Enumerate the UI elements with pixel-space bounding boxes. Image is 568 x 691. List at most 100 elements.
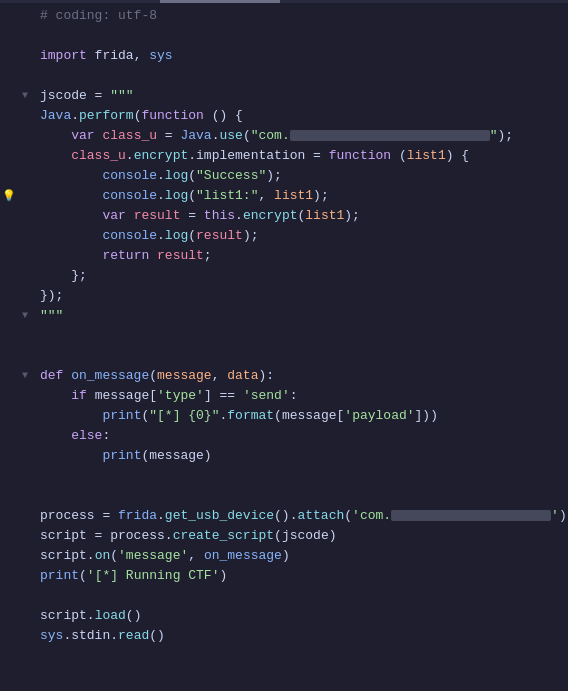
str-end26: ' [551,508,559,523]
log12: log [165,228,188,243]
kw-import: import [40,48,87,63]
line-content-11: var result = this.encrypt(list1); [32,206,568,226]
triple-quote-open: """ [110,88,133,103]
line-content-3: import frida, sys [32,46,568,66]
indent7 [40,128,71,143]
sc7: ); [498,128,514,143]
jscode27: jscode [282,528,329,543]
sc10: ); [313,188,329,203]
dot1: . [71,108,79,123]
py-print21: print [102,408,141,423]
line-22: else: [0,426,568,446]
p9: ( [188,168,196,183]
scrollbar-indicator [160,0,280,3]
process27: process [110,528,165,543]
code-content: # coding: utf-8 import frida, sys ▼ jsco… [0,0,568,646]
eq26: = [95,508,118,523]
line-18 [0,346,568,366]
process-var: process [40,508,95,523]
comma10: , [258,188,274,203]
line-30 [0,586,568,606]
line-content-13: return result; [32,246,568,266]
format-method: format [227,408,274,423]
read-method: read [118,628,149,643]
line-10: 💡 console.log("list1:", list1); [0,186,568,206]
eq: = [87,88,110,103]
py-print29: print [40,568,79,583]
redacted-7 [290,130,490,141]
p28: ( [110,548,118,563]
p32: () [149,628,165,643]
msg23: message [149,448,204,463]
str-type: 'type' [157,388,204,403]
dot9: . [157,168,165,183]
dot26a: . [157,508,165,523]
line-21: print("[*] {0}".format(message['payload'… [0,406,568,426]
eq27: = [87,528,110,543]
line-12: console.log(result); [0,226,568,246]
console9: console [102,168,157,183]
p26b: ( [344,508,352,523]
dot8b: . [188,148,196,163]
line-27: script = process.create_script(jscode) [0,526,568,546]
dot28: . [87,548,95,563]
comment-coding: # coding: utf-8 [40,8,157,23]
line-content-1: # coding: utf-8 [32,6,568,26]
line-32: sys.stdin.read() [0,626,568,646]
line-2 [0,26,568,46]
dot32b: . [110,628,118,643]
stdin32: stdin [71,628,110,643]
p21b: ( [274,408,282,423]
p10: ( [188,188,196,203]
comma19: , [212,368,228,383]
dot27: . [165,528,173,543]
line-29: print('[*] Running CTF') [0,566,568,586]
line-6: Java.perform(function () { [0,106,568,126]
line-content-6: Java.perform(function () { [32,106,568,126]
line-content-12: console.log(result); [32,226,568,246]
str-send: 'send' [243,388,290,403]
load-method: load [95,608,126,623]
line-20: if message['type'] == 'send': [0,386,568,406]
line-25 [0,486,568,506]
js-func8: function [329,148,391,163]
str-message28: 'message' [118,548,188,563]
on-message-ref: on_message [204,548,282,563]
enc-method: encrypt [134,148,189,163]
p29b: ) [219,568,227,583]
line-14: }; [0,266,568,286]
dot12: . [157,228,165,243]
list1-11: list1 [305,208,344,223]
close15: }); [40,288,63,303]
log9: log [165,168,188,183]
js-use: use [219,128,242,143]
script28: script [40,548,87,563]
sys32: sys [40,628,63,643]
implementation: implementation [196,148,305,163]
eq7: = [157,128,180,143]
eq20: == [212,388,243,403]
param-message: message [157,368,212,383]
str-success: "Success" [196,168,266,183]
line-content-15: }); [32,286,568,306]
eq8: = [305,148,328,163]
log10: log [165,188,188,203]
colon19: ): [258,368,274,383]
indent8 [40,148,71,163]
attach-method: attach [297,508,344,523]
sc12: ); [243,228,259,243]
line-content-21: print("[*] {0}".format(message['payload'… [32,406,568,426]
dot10: . [157,188,165,203]
sc11: ); [344,208,360,223]
indent20 [40,388,71,403]
line-7: var class_u = Java.use("com. "); [0,126,568,146]
indent21 [40,408,102,423]
py-if: if [71,388,87,403]
py-def: def [40,368,63,383]
sc26: ) [559,508,567,523]
line-content-28: script.on('message', on_message) [32,546,568,566]
str-com: "com. [251,128,290,143]
p27: ( [274,528,282,543]
msg21: message [282,408,337,423]
indent22 [40,428,71,443]
